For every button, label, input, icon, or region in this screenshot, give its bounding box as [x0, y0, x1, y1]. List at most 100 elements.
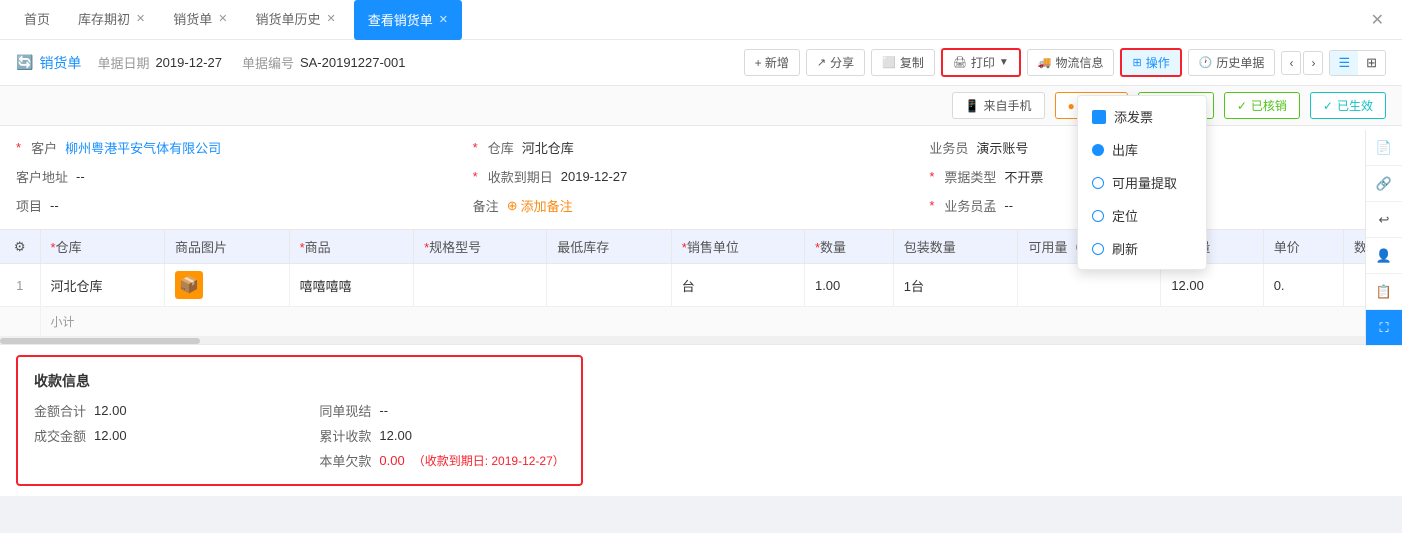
print-icon: 🖨: [953, 56, 967, 69]
copy-icon: ⬜: [882, 56, 896, 69]
dropdown-item-add-invoice[interactable]: 添发票: [1078, 100, 1206, 133]
subtotal-label: 小计: [40, 307, 1402, 337]
operate-button[interactable]: ⊞ 操作: [1120, 48, 1181, 77]
cancelled-button[interactable]: ✓ 已核销: [1224, 92, 1300, 119]
invoice-icon: ●: [1068, 99, 1075, 113]
row-pack: 1台: [893, 264, 1018, 307]
doc-actions: + 新增 ↗ 分享 ⬜ 复制 🖨 打印 ▼ 🚚 物流信息 ⊞: [744, 48, 1386, 77]
print-container: 🖨 打印 ▼: [941, 48, 1021, 77]
same-order-label: 同单现结: [319, 401, 371, 420]
outbound-icon: [1092, 144, 1104, 156]
address-label: 客户地址: [16, 167, 68, 186]
number-value: SA-20191227-001: [300, 55, 406, 70]
history-button[interactable]: 🕐 历史单据: [1188, 49, 1276, 76]
right-tool-clipboard[interactable]: 📋: [1366, 274, 1402, 310]
copy-button[interactable]: ⬜ 复制: [871, 49, 935, 76]
transaction-label: 成交金额: [34, 426, 86, 445]
tab-home[interactable]: 首页: [10, 0, 64, 40]
staff2-value: --: [1004, 198, 1013, 213]
col-spec: *规格型号: [414, 230, 547, 264]
customer-value[interactable]: 柳州粤港平安气体有限公司: [65, 138, 221, 157]
date-value: 2019-12-27: [155, 55, 222, 70]
row-index: 1: [0, 264, 40, 307]
tab-close-view[interactable]: ✕: [439, 13, 448, 26]
tab-sales[interactable]: 销货单 ✕: [159, 0, 241, 40]
subtotal-index: [0, 307, 40, 337]
effective-button[interactable]: ✓ 已生效: [1310, 92, 1386, 119]
print-button[interactable]: 🖨 打印 ▼: [941, 48, 1021, 77]
payment-title: 收款信息: [34, 371, 565, 391]
dropdown-item-outbound[interactable]: 出库: [1078, 133, 1206, 166]
add-invoice-icon: [1092, 110, 1106, 124]
settings-icon[interactable]: ⚙: [14, 239, 26, 254]
right-tool-user[interactable]: 👤: [1366, 238, 1402, 274]
dropdown-item-refresh[interactable]: 刷新: [1078, 232, 1206, 265]
right-tool-undo[interactable]: ↩: [1366, 202, 1402, 238]
prev-button[interactable]: ‹: [1281, 51, 1301, 75]
add-note-button[interactable]: ⊕ 添加备注: [507, 196, 573, 215]
new-button[interactable]: + 新增: [744, 49, 800, 76]
transaction-row: 成交金额 12.00: [34, 426, 279, 445]
close-all-button[interactable]: ✕: [1363, 10, 1392, 30]
row-product: 嘻嘻嘻嘻: [289, 264, 414, 307]
project-value: --: [50, 198, 59, 213]
col-product: *商品: [289, 230, 414, 264]
row-price: 0.: [1263, 264, 1343, 307]
logistics-button[interactable]: 🚚 物流信息: [1027, 49, 1115, 76]
history-icon: 🕐: [1199, 56, 1213, 69]
warehouse-field: * 仓库 河北仓库: [473, 138, 930, 157]
view-toggle: ☰ ⊞: [1329, 50, 1386, 76]
grid-view-button[interactable]: ⊞: [1358, 51, 1385, 75]
refresh-icon: [1092, 243, 1104, 255]
tab-close-history[interactable]: ✕: [327, 12, 336, 25]
doc-title: 🔄 销货单: [16, 53, 81, 73]
row-spec: [414, 264, 547, 307]
product-img-icon: 📦: [179, 275, 199, 295]
from-phone-button[interactable]: 📱 来自手机: [952, 92, 1045, 119]
next-button[interactable]: ›: [1303, 51, 1323, 75]
ticket-label: 票据类型: [944, 167, 996, 186]
transaction-value: 12.00: [94, 428, 127, 443]
scrollbar-area: [0, 337, 1402, 345]
dropdown-item-avail[interactable]: 可用量提取: [1078, 166, 1206, 199]
warehouse-required: *: [473, 140, 478, 155]
check2-icon: ✓: [1237, 99, 1247, 113]
tab-view-sales[interactable]: 查看销货单 ✕: [354, 0, 462, 40]
ticket-required: *: [929, 169, 934, 184]
dropdown-menu: 添发票 出库 可用量提取 定位 刷新: [1077, 95, 1207, 270]
payment-section: 收款信息 金额合计 12.00 同单现结 -- 成交金额 12.00 累计收款 …: [16, 355, 583, 486]
cumulative-label: 累计收款: [319, 426, 371, 445]
due-date-field: * 收款到期日 2019-12-27: [473, 167, 930, 186]
tab-close-sales[interactable]: ✕: [218, 12, 227, 25]
truck-icon: 🚚: [1038, 56, 1052, 69]
dropdown-item-locate[interactable]: 定位: [1078, 199, 1206, 232]
tab-close-inventory[interactable]: ✕: [136, 12, 145, 25]
payment-grid: 金额合计 12.00 同单现结 -- 成交金额 12.00 累计收款 12.00: [34, 401, 565, 470]
customer-label: 客户: [31, 138, 57, 157]
row-unit: 台: [671, 264, 804, 307]
staff2-label: 业务员孟: [944, 196, 996, 215]
col-unit: *销售单位: [671, 230, 804, 264]
dropdown-arrow: ▼: [999, 57, 1009, 68]
phone-icon: 📱: [965, 99, 980, 113]
share-icon: ↗: [817, 56, 826, 69]
scrollbar-thumb[interactable]: [0, 338, 200, 344]
payment-area: 收款信息 金额合计 12.00 同单现结 -- 成交金额 12.00 累计收款 …: [0, 345, 1402, 496]
doc-icon: 🔄: [16, 54, 33, 71]
tab-inventory[interactable]: 库存期初 ✕: [64, 0, 159, 40]
right-tool-link[interactable]: 🔗: [1366, 166, 1402, 202]
tab-sales-history[interactable]: 销货单历史 ✕: [241, 0, 349, 40]
share-button[interactable]: ↗ 分享: [806, 49, 865, 76]
total-amount-row: 金额合计 12.00: [34, 401, 279, 420]
col-min-stock: 最低库存: [547, 230, 672, 264]
right-toolbar: 📄 🔗 ↩ 👤 📋 ⛶: [1365, 130, 1402, 346]
col-warehouse: *仓库: [40, 230, 165, 264]
right-tool-expand[interactable]: ⛶: [1366, 310, 1402, 346]
date-label: 单据日期: [97, 53, 149, 72]
list-view-button[interactable]: ☰: [1330, 51, 1358, 75]
subtotal-row: 小计: [0, 307, 1402, 337]
grid-icon: ⊞: [1132, 56, 1141, 69]
avail-icon: [1092, 177, 1104, 189]
right-tool-doc[interactable]: 📄: [1366, 130, 1402, 166]
doc-meta: 单据日期 2019-12-27 单据编号 SA-20191227-001: [97, 53, 405, 72]
